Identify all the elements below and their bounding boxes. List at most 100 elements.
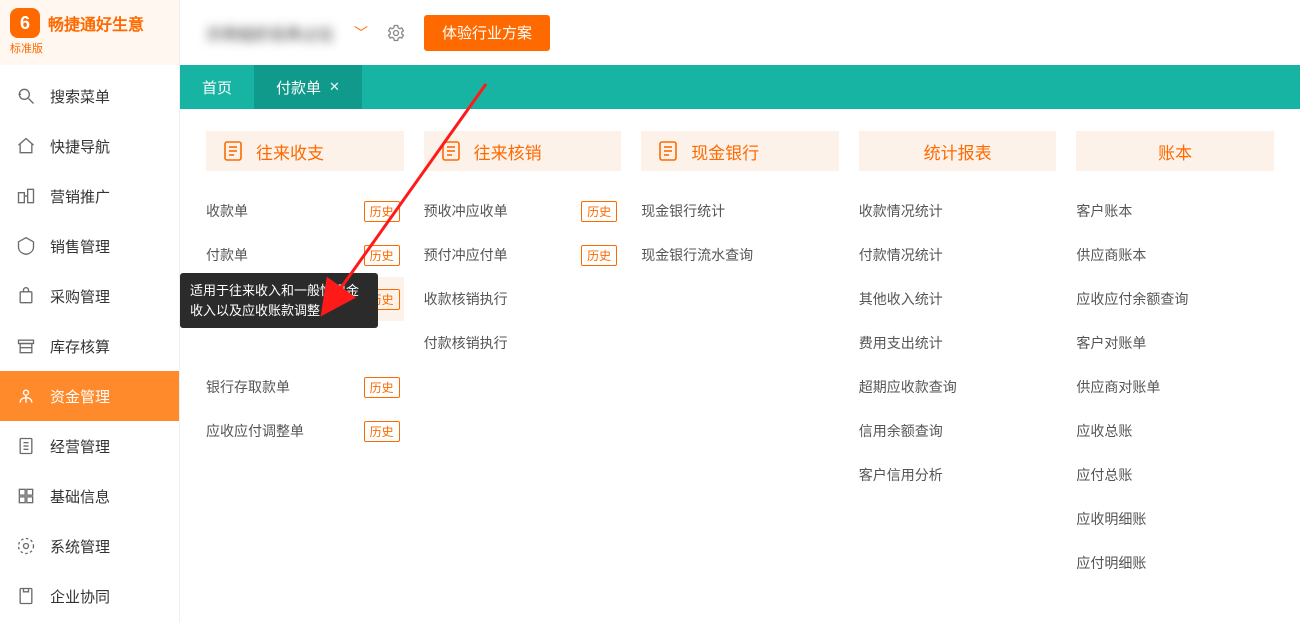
menu-item[interactable]: 收款核销执行 — [424, 277, 622, 321]
main-area: 示例组织名称占位 ﹀ 体验行业方案 首页付款单✕ 往来收支收款单历史付款单历史其… — [180, 0, 1300, 622]
history-tag[interactable]: 历史 — [364, 201, 400, 222]
help-tooltip-text: 适用于往来收入和一般性现金收入以及应收账款调整 — [190, 283, 359, 318]
sidebar-nav: 搜索菜单快捷导航营销推广销售管理采购管理库存核算资金管理经营管理基础信息系统管理… — [0, 65, 179, 621]
sidebar-item-label: 快捷导航 — [50, 136, 110, 157]
close-icon[interactable]: ✕ — [329, 79, 340, 95]
column-title: 往来核销 — [474, 139, 542, 164]
sidebar-item-ops[interactable]: 经营管理 — [0, 421, 179, 471]
menu-item[interactable]: 客户对账单 — [1076, 321, 1274, 365]
history-tag[interactable]: 历史 — [364, 377, 400, 398]
column-cash: 现金银行现金银行统计现金银行流水查询 — [641, 131, 839, 277]
menu-item-label: 应付总账 — [1076, 465, 1132, 485]
menu-item-label: 客户对账单 — [1076, 333, 1146, 353]
sidebar-item-promo[interactable]: 营销推广 — [0, 171, 179, 221]
menu-item-label: 银行存取款单 — [206, 377, 290, 397]
org-dropdown-icon[interactable]: ﹀ — [354, 23, 368, 43]
sidebar-item-label: 资金管理 — [50, 386, 110, 407]
column-title: 现金银行 — [691, 139, 759, 164]
history-tag[interactable]: 历史 — [581, 245, 617, 266]
menu-item-label: 应付明细账 — [1076, 553, 1146, 573]
sidebar-item-search[interactable]: 搜索菜单 — [0, 71, 179, 121]
menu-item-label: 应收应付调整单 — [206, 421, 304, 441]
sales-icon — [16, 236, 36, 256]
column-title: 往来收支 — [256, 139, 324, 164]
menu-item[interactable]: 付款核销执行 — [424, 321, 622, 365]
menu-item-label: 收款情况统计 — [859, 201, 943, 221]
column-header-report: 统计报表 — [859, 131, 1057, 171]
sidebar-item-quicknav[interactable]: 快捷导航 — [0, 121, 179, 171]
org-name[interactable]: 示例组织名称占位 — [200, 21, 340, 45]
tab-1[interactable]: 付款单✕ — [254, 65, 362, 109]
search-icon — [16, 86, 36, 106]
sidebar-item-coop[interactable]: 企业协同 — [0, 571, 179, 621]
menu-item-label: 信用余额查询 — [859, 421, 943, 441]
column-report: 统计报表收款情况统计付款情况统计其他收入统计费用支出统计超期应收款查询信用余额查… — [859, 131, 1057, 497]
history-tag[interactable]: 历史 — [364, 421, 400, 442]
menu-item-label: 预收冲应收单 — [424, 201, 508, 221]
menu-item[interactable]: 预收冲应收单 历史 — [424, 189, 622, 233]
sidebar-item-stock[interactable]: 库存核算 — [0, 321, 179, 371]
content-panel: 往来收支收款单历史付款单历史其他收入单 ?历史费用单历史银行存取款单历史应收应付… — [180, 109, 1300, 622]
sidebar-item-label: 采购管理 — [50, 286, 110, 307]
quicknav-icon — [16, 136, 36, 156]
sidebar-item-label: 系统管理 — [50, 536, 110, 557]
sidebar-item-sys[interactable]: 系统管理 — [0, 521, 179, 571]
column-header-ledger: 账本 — [1076, 131, 1274, 171]
menu-item[interactable]: 现金银行流水查询 — [641, 233, 839, 277]
brand-logo-icon: 6 — [10, 8, 40, 38]
document-icon — [220, 138, 246, 164]
sidebar-item-label: 搜索菜单 — [50, 86, 110, 107]
menu-item-label: 付款情况统计 — [859, 245, 943, 265]
menu-item-label: 超期应收款查询 — [859, 377, 957, 397]
sidebar-item-label: 基础信息 — [50, 486, 110, 507]
stock-icon — [16, 336, 36, 356]
menu-item-label: 客户账本 — [1076, 201, 1132, 221]
menu-item[interactable]: 现金银行统计 — [641, 189, 839, 233]
column-title: 账本 — [1158, 139, 1192, 164]
settings-icon[interactable] — [382, 19, 410, 47]
tab-0[interactable]: 首页 — [180, 65, 254, 109]
menu-item[interactable]: 应付总账 — [1076, 453, 1274, 497]
document-icon — [438, 138, 464, 164]
menu-item[interactable]: 银行存取款单 历史 — [206, 365, 404, 409]
menu-item[interactable]: 付款单 历史 — [206, 233, 404, 277]
menu-item[interactable]: 预付冲应付单历史 — [424, 233, 622, 277]
menu-item[interactable]: 应付明细账 — [1076, 541, 1274, 585]
menu-item[interactable]: 超期应收款查询 — [859, 365, 1057, 409]
menu-item[interactable]: 供应商对账单 — [1076, 365, 1274, 409]
menu-item[interactable]: 应收总账 — [1076, 409, 1274, 453]
menu-item[interactable]: 收款情况统计 — [859, 189, 1057, 233]
sidebar-item-label: 企业协同 — [50, 586, 110, 607]
menu-item[interactable]: 应收应付余额查询 — [1076, 277, 1274, 321]
history-tag[interactable]: 历史 — [364, 245, 400, 266]
menu-item[interactable]: 信用余额查询 — [859, 409, 1057, 453]
menu-item-label: 客户信用分析 — [859, 465, 943, 485]
menu-item-label: 应收明细账 — [1076, 509, 1146, 529]
column-header-cash: 现金银行 — [641, 131, 839, 171]
menu-item-label: 付款单 — [206, 245, 248, 265]
column-header-income: 往来收支 — [206, 131, 404, 171]
sidebar-item-base[interactable]: 基础信息 — [0, 471, 179, 521]
help-tooltip: 适用于往来收入和一般性现金收入以及应收账款调整 — [180, 273, 378, 328]
sidebar-item-purchase[interactable]: 采购管理 — [0, 271, 179, 321]
coop-icon — [16, 586, 36, 606]
history-tag[interactable]: 历史 — [581, 201, 617, 222]
menu-item[interactable]: 付款情况统计 — [859, 233, 1057, 277]
menu-item[interactable]: 收款单历史 — [206, 189, 404, 233]
menu-item-label: 供应商账本 — [1076, 245, 1146, 265]
column-title: 统计报表 — [924, 139, 992, 164]
menu-item[interactable]: 供应商账本 — [1076, 233, 1274, 277]
sidebar-item-funds[interactable]: 资金管理 — [0, 371, 179, 421]
ops-icon — [16, 436, 36, 456]
menu-item[interactable]: 应收应付调整单 历史 — [206, 409, 404, 453]
menu-item[interactable]: 费用支出统计 — [859, 321, 1057, 365]
industry-plan-button[interactable]: 体验行业方案 — [424, 15, 550, 51]
menu-item[interactable]: 其他收入统计 — [859, 277, 1057, 321]
menu-item[interactable]: 应收明细账 — [1076, 497, 1274, 541]
sidebar-item-sales[interactable]: 销售管理 — [0, 221, 179, 271]
brand-subtitle: 标准版 — [10, 40, 169, 56]
menu-item[interactable]: 客户信用分析 — [859, 453, 1057, 497]
sidebar: 6 畅捷通好生意 标准版 搜索菜单快捷导航营销推广销售管理采购管理库存核算资金管… — [0, 0, 180, 622]
menu-item[interactable]: 客户账本 — [1076, 189, 1274, 233]
menu-item-label: 费用支出统计 — [859, 333, 943, 353]
